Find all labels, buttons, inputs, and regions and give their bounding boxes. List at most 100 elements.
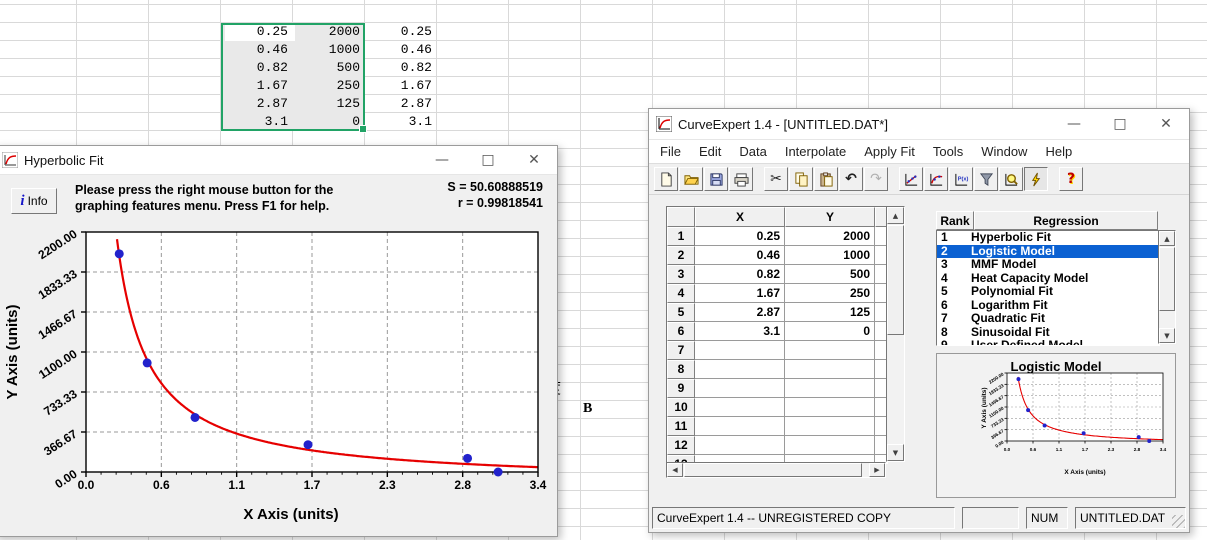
row-header[interactable]: 9	[667, 379, 695, 398]
table-cell[interactable]	[785, 360, 875, 379]
polynomial-button[interactable]: P(x)	[949, 167, 973, 191]
excel-cell[interactable]: 1000	[293, 41, 365, 59]
scroll-right-icon[interactable]: ▶	[869, 463, 885, 477]
table-cell[interactable]: 0.82	[695, 265, 785, 284]
hyperbolic-fit-titlebar[interactable]: Hyperbolic Fit — □ ✕	[0, 146, 557, 175]
regression-item[interactable]: 1Hyperbolic Fit	[937, 231, 1159, 245]
table-cell[interactable]	[695, 398, 785, 417]
table-cell[interactable]: 0.25	[695, 227, 785, 246]
table-cell[interactable]: 125	[785, 303, 875, 322]
info-button[interactable]: i Info	[11, 188, 57, 214]
fit-plot[interactable]: 0.00.61.11.72.32.83.40.00366.67733.33110…	[0, 216, 559, 538]
menu-tools[interactable]: Tools	[924, 140, 972, 163]
regression-item[interactable]: 9User Defined Model	[937, 339, 1159, 346]
table-cell[interactable]: 1.67	[695, 284, 785, 303]
regression-item[interactable]: 3MMF Model	[937, 258, 1159, 272]
excel-cell[interactable]: 1.67	[365, 77, 437, 95]
excel-cell[interactable]: 125	[293, 95, 365, 113]
filter-button[interactable]	[974, 167, 998, 191]
table-cell[interactable]	[695, 417, 785, 436]
row-header[interactable]: 4	[667, 284, 695, 303]
menu-help[interactable]: Help	[1036, 140, 1081, 163]
regression-item[interactable]: 5Polynomial Fit	[937, 285, 1159, 299]
excel-cell[interactable]: 0.25	[365, 23, 437, 41]
copy-button[interactable]	[789, 167, 813, 191]
resize-grip[interactable]	[1172, 515, 1185, 528]
menu-window[interactable]: Window	[972, 140, 1036, 163]
cut-button[interactable]: ✂	[764, 167, 788, 191]
table-cell[interactable]: 1000	[785, 246, 875, 265]
excel-cell[interactable]: 0.82	[221, 59, 293, 77]
row-header[interactable]: 5	[667, 303, 695, 322]
menu-apply-fit[interactable]: Apply Fit	[855, 140, 924, 163]
excel-cell[interactable]: 0.46	[365, 41, 437, 59]
menu-file[interactable]: File	[651, 140, 690, 163]
row-header[interactable]: 3	[667, 265, 695, 284]
table-cell[interactable]	[785, 436, 875, 455]
close-button[interactable]: ✕	[511, 146, 557, 174]
table-cell[interactable]	[695, 360, 785, 379]
grid-hscroll-thumb[interactable]	[684, 463, 862, 477]
table-cell[interactable]: 2000	[785, 227, 875, 246]
regression-item[interactable]: 6Logarithm Fit	[937, 299, 1159, 313]
scroll-left-icon[interactable]: ◀	[667, 463, 683, 477]
table-cell[interactable]	[695, 436, 785, 455]
excel-cell[interactable]: 3.1	[365, 113, 437, 131]
grid-vscroll-thumb[interactable]	[887, 225, 904, 335]
table-cell[interactable]	[695, 341, 785, 360]
menu-edit[interactable]: Edit	[690, 140, 730, 163]
scroll-up-icon[interactable]: ▲	[887, 207, 904, 224]
row-header[interactable]: 2	[667, 246, 695, 265]
table-cell[interactable]	[785, 417, 875, 436]
table-cell[interactable]	[785, 398, 875, 417]
grid-vertical-scrollbar[interactable]: ▲ ▼	[886, 206, 905, 462]
minimize-button[interactable]: —	[419, 146, 465, 174]
excel-cell[interactable]: 3.1	[221, 113, 293, 131]
rank-scroll-thumb[interactable]	[1159, 247, 1175, 311]
curveexpert-titlebar[interactable]: CurveExpert 1.4 - [UNTITLED.DAT*] — □ ✕	[649, 109, 1189, 140]
redo-button[interactable]: ↷	[864, 167, 888, 191]
menu-interpolate[interactable]: Interpolate	[776, 140, 855, 163]
row-header[interactable]: 7	[667, 341, 695, 360]
table-cell[interactable]: 250	[785, 284, 875, 303]
regression-item[interactable]: 4Heat Capacity Model	[937, 272, 1159, 286]
table-cell[interactable]: 3.1	[695, 322, 785, 341]
undo-button[interactable]: ↶	[839, 167, 863, 191]
excel-cell[interactable]: 250	[293, 77, 365, 95]
excel-cell[interactable]: 2000	[293, 23, 365, 41]
zoom-chart-button[interactable]	[999, 167, 1023, 191]
help-button[interactable]: ?	[1059, 167, 1083, 191]
paste-button[interactable]	[814, 167, 838, 191]
menu-data[interactable]: Data	[730, 140, 775, 163]
save-button[interactable]	[704, 167, 728, 191]
grid-header-y[interactable]: Y	[785, 207, 875, 227]
table-cell[interactable]: 0.46	[695, 246, 785, 265]
scroll-down-icon[interactable]: ▼	[1159, 328, 1175, 343]
regression-item[interactable]: 8Sinusoidal Fit	[937, 326, 1159, 340]
row-header[interactable]: 6	[667, 322, 695, 341]
row-header[interactable]: 10	[667, 398, 695, 417]
curvefinder-button[interactable]	[1024, 167, 1048, 191]
regression-item[interactable]: 2Logistic Model	[937, 245, 1159, 259]
linear-fit-button[interactable]	[899, 167, 923, 191]
excel-cell[interactable]: 0	[293, 113, 365, 131]
fit-preview-panel[interactable]: Logistic Model 0.00.61.11.72.32.83.40.00…	[936, 353, 1176, 498]
scroll-up-icon[interactable]: ▲	[1159, 231, 1175, 246]
scroll-down-icon[interactable]: ▼	[887, 444, 904, 461]
maximize-button[interactable]: □	[465, 146, 511, 174]
table-cell[interactable]	[785, 379, 875, 398]
new-file-button[interactable]	[654, 167, 678, 191]
regression-item[interactable]: 7Quadratic Fit	[937, 312, 1159, 326]
excel-cell[interactable]: 0.25	[221, 23, 293, 41]
table-cell[interactable]: 0	[785, 322, 875, 341]
excel-cell[interactable]: 500	[293, 59, 365, 77]
preview-chart[interactable]: 0.00.61.11.72.32.83.40.00366.67733.33110…	[979, 370, 1175, 492]
minimize-button[interactable]: —	[1051, 109, 1097, 139]
row-header[interactable]: 11	[667, 417, 695, 436]
excel-cell[interactable]: 0.82	[365, 59, 437, 77]
table-cell[interactable]	[695, 379, 785, 398]
curve-fit-button[interactable]	[924, 167, 948, 191]
maximize-button[interactable]: □	[1097, 109, 1143, 139]
rank-vertical-scrollbar[interactable]: ▲ ▼	[1158, 230, 1176, 344]
data-grid-cells[interactable]: X Y 10.25200020.46100030.8250041.6725052…	[666, 206, 888, 464]
